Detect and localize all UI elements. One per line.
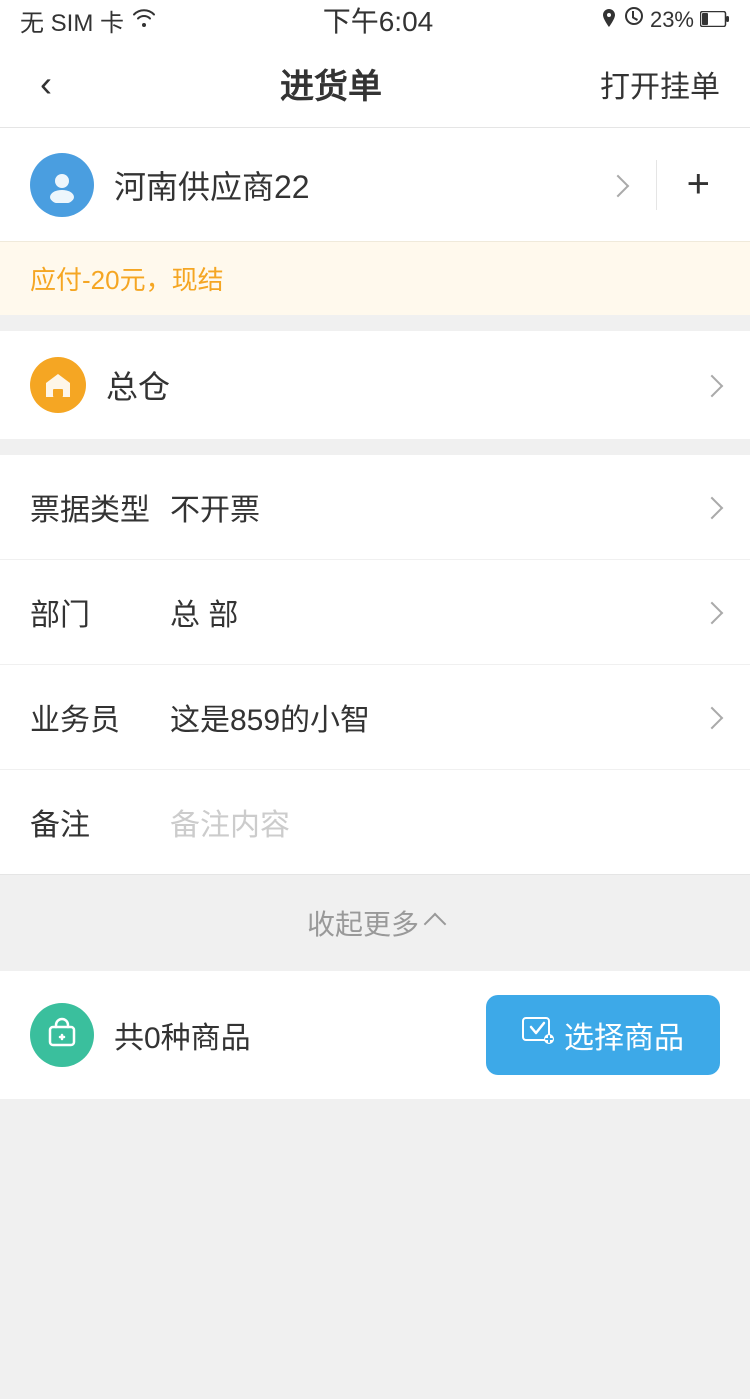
no-sim-text: 无 SIM 卡: [20, 3, 124, 38]
invoice-type-value: 不开票: [170, 485, 704, 529]
remarks-label: 备注: [30, 800, 170, 844]
select-product-icon: [522, 1017, 554, 1053]
location-icon: [600, 7, 618, 33]
supplier-avatar: [30, 153, 94, 217]
warehouse-label: 总仓: [106, 362, 704, 408]
invoice-type-arrow-icon: [704, 491, 720, 523]
nav-bar: ‹ 进货单 打开挂单: [0, 40, 750, 128]
wifi-icon: [132, 6, 156, 34]
form-section: 票据类型 不开票 部门 总 部 业务员 这是859的小智 备注 备注内容: [0, 455, 750, 874]
salesman-value: 这是859的小智: [170, 695, 704, 739]
invoice-type-row[interactable]: 票据类型 不开票: [0, 455, 750, 560]
product-icon: [30, 1003, 94, 1067]
status-right: 23%: [600, 7, 730, 33]
add-supplier-button[interactable]: +: [667, 152, 720, 217]
status-left: 无 SIM 卡: [20, 3, 156, 38]
supplier-section: 河南供应商22 + 应付-20元，现结: [0, 128, 750, 315]
notice-bar: 应付-20元，现结: [0, 241, 750, 315]
supplier-arrow-icon: [610, 169, 626, 201]
remarks-row[interactable]: 备注 备注内容: [0, 770, 750, 874]
supplier-name: 河南供应商22: [114, 162, 610, 208]
open-pending-button[interactable]: 打开挂单: [600, 62, 720, 106]
select-product-label: 选择商品: [564, 1013, 684, 1057]
collapse-label: 收起更多: [307, 903, 419, 943]
main-content: 河南供应商22 + 应付-20元，现结 总仓 票据类型 不开票: [0, 128, 750, 1399]
battery-icon: [700, 7, 730, 33]
department-value: 总 部: [170, 590, 704, 634]
page-title: 进货单: [280, 59, 382, 108]
remarks-value: 备注内容: [170, 800, 720, 844]
warehouse-icon: [30, 357, 86, 413]
divider: [656, 160, 657, 210]
product-count: 共0种商品: [114, 1013, 486, 1057]
department-arrow-icon: [704, 596, 720, 628]
salesman-label: 业务员: [30, 695, 170, 739]
department-label: 部门: [30, 590, 170, 634]
status-bar: 无 SIM 卡 下午6:04 23%: [0, 0, 750, 40]
alarm-icon: [624, 7, 644, 33]
invoice-type-label: 票据类型: [30, 485, 170, 529]
product-bar: 共0种商品 选择商品: [0, 971, 750, 1099]
select-product-button[interactable]: 选择商品: [486, 995, 720, 1075]
bottom-space: [0, 1099, 750, 1399]
salesman-row[interactable]: 业务员 这是859的小智: [0, 665, 750, 770]
status-time: 下午6:04: [323, 0, 434, 40]
department-row[interactable]: 部门 总 部: [0, 560, 750, 665]
collapse-section[interactable]: 收起更多: [0, 874, 750, 971]
warehouse-row[interactable]: 总仓: [0, 331, 750, 439]
battery-percent: 23%: [650, 7, 694, 33]
back-button[interactable]: ‹: [30, 53, 62, 115]
notice-text: 应付-20元，现结: [30, 265, 224, 295]
chevron-up-icon: [427, 907, 443, 939]
salesman-arrow-icon: [704, 701, 720, 733]
warehouse-arrow-icon: [704, 369, 720, 401]
warehouse-section: 总仓: [0, 331, 750, 439]
supplier-row[interactable]: 河南供应商22 +: [0, 128, 750, 241]
